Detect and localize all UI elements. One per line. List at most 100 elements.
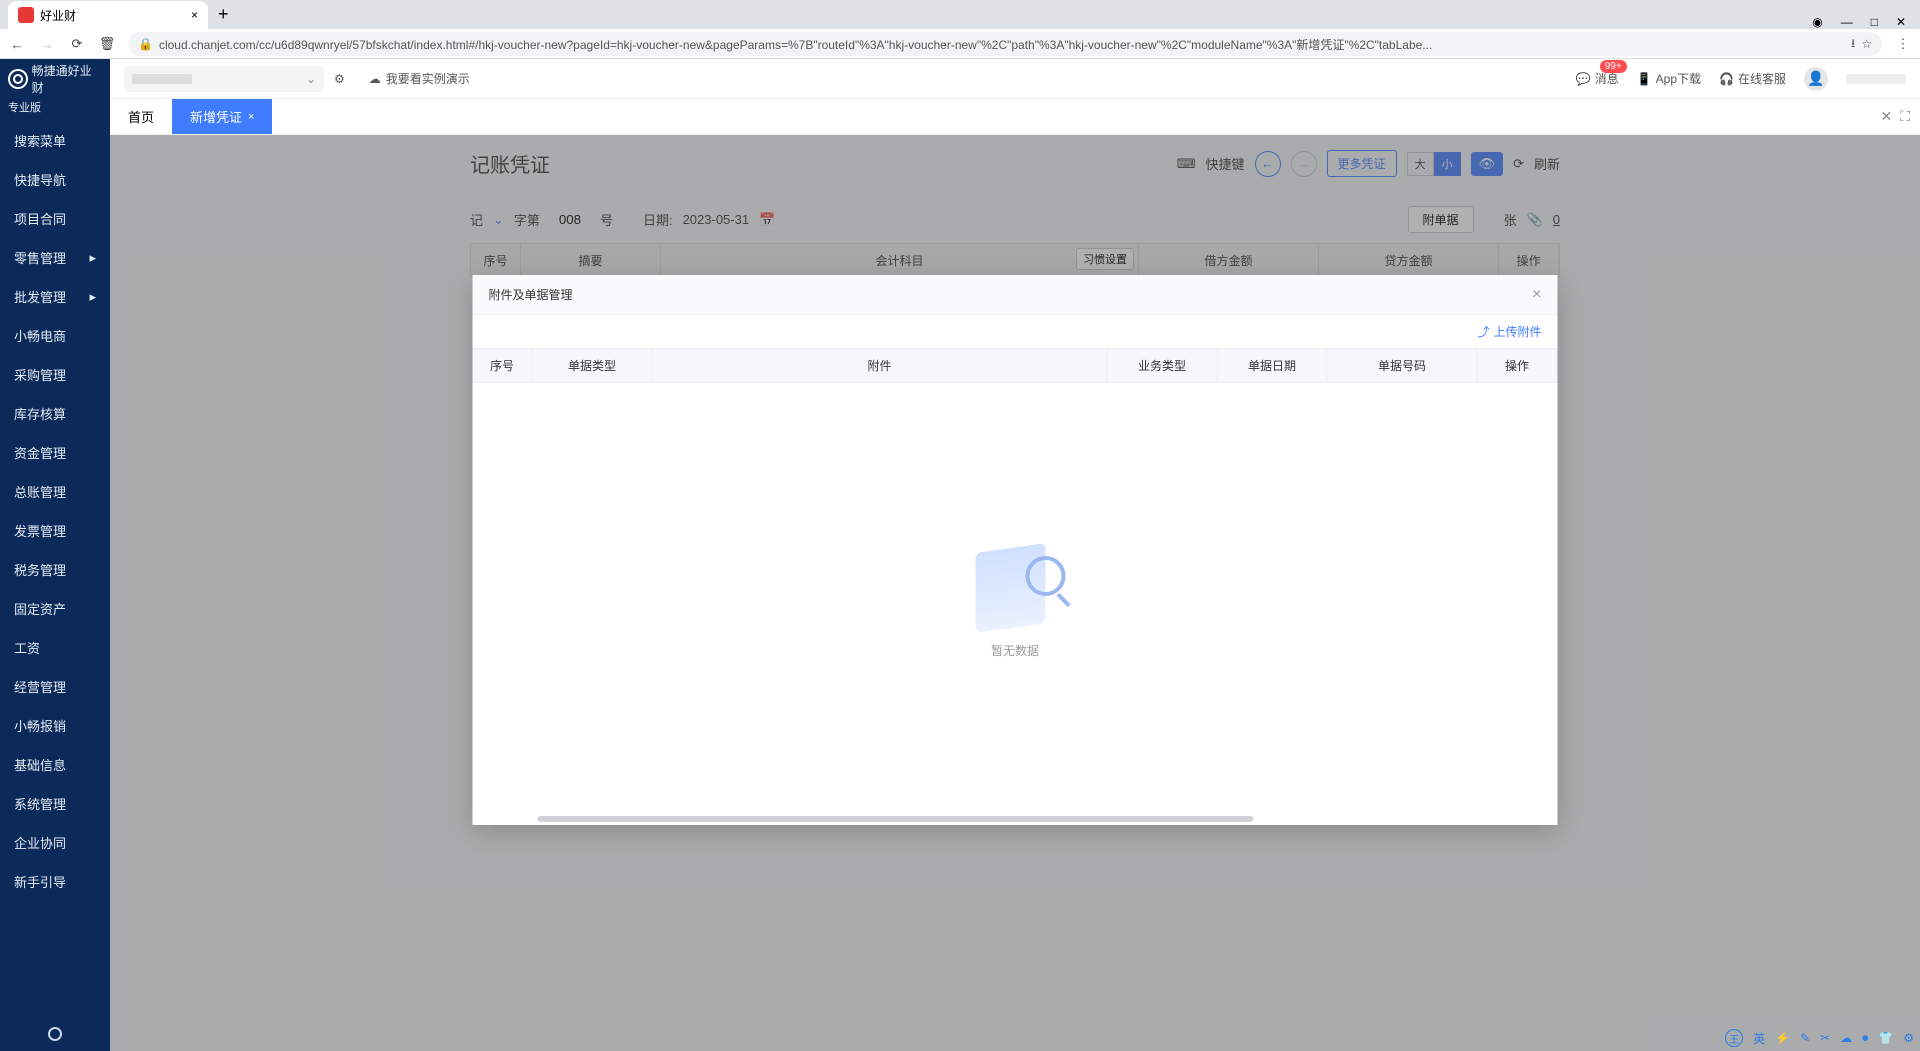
page-tabs: 首页 新增凭证 × ✕ ⛶	[110, 99, 1920, 135]
sidebar-item-label: 库存核算	[14, 404, 66, 423]
url-text: cloud.chanjet.com/cc/u6d89qwnryel/57bfsk…	[159, 36, 1845, 53]
demo-link[interactable]: ☁ 我要看实例演示	[369, 70, 470, 87]
ime-lang[interactable]: 英	[1753, 1030, 1765, 1047]
chevron-down-icon: ⌄	[306, 72, 316, 86]
sidebar-item[interactable]: 快捷导航	[0, 160, 110, 199]
org-placeholder	[132, 74, 192, 84]
picture-in-picture-icon[interactable]: ◉	[1812, 15, 1822, 29]
sidebar-item-label: 发票管理	[14, 521, 66, 540]
logo-icon	[8, 69, 28, 89]
maximize-icon[interactable]: □	[1871, 15, 1878, 29]
tab-active-label: 新增凭证	[190, 107, 242, 126]
sidebar-footer	[0, 1017, 110, 1051]
upload-button[interactable]: ⤴ 上传附件	[1477, 323, 1541, 340]
mcol-seq: 序号	[473, 349, 533, 382]
tab-title: 好业财	[40, 7, 76, 24]
sidebar-item[interactable]: 零售管理▸	[0, 238, 110, 277]
mcol-code: 单据号码	[1328, 349, 1478, 382]
sidebar-item[interactable]: 发票管理	[0, 511, 110, 550]
service-label: 在线客服	[1738, 70, 1786, 87]
org-selector[interactable]: ⌄	[124, 66, 324, 92]
tray-record-icon[interactable]: ⏺	[1862, 1031, 1868, 1046]
settings-icon[interactable]	[48, 1027, 62, 1041]
forward-icon[interactable]: →	[38, 37, 56, 52]
sidebar-item-label: 快捷导航	[14, 170, 66, 189]
sidebar-item[interactable]: 工资	[0, 628, 110, 667]
chevron-right-icon: ▸	[89, 289, 96, 305]
minimize-icon[interactable]: —	[1841, 15, 1853, 29]
install-icon[interactable]: ⭳	[1851, 34, 1855, 55]
empty-illustration	[955, 538, 1075, 628]
tray-gear-icon[interactable]: ⚙	[1903, 1031, 1914, 1045]
sidebar-item[interactable]: 搜索菜单	[0, 121, 110, 160]
tab-home[interactable]: 首页	[110, 99, 172, 134]
sidebar-item[interactable]: 税务管理	[0, 550, 110, 589]
modal-table-head: 序号 单据类型 附件 业务类型 单据日期 单据号码 操作	[473, 348, 1558, 383]
upload-icon: ⤴	[1477, 323, 1489, 340]
close-window-icon[interactable]: ✕	[1896, 15, 1906, 29]
sidebar-item[interactable]: 新手引导	[0, 862, 110, 901]
mcol-date: 单据日期	[1218, 349, 1328, 382]
sidebar-item[interactable]: 批发管理▸	[0, 277, 110, 316]
sidebar-item-label: 小畅报销	[14, 716, 66, 735]
sidebar-item[interactable]: 小畅电商	[0, 316, 110, 355]
headset-icon: 🎧	[1719, 72, 1734, 86]
cloud-icon: ☁	[369, 72, 381, 86]
mcol-type: 单据类型	[533, 349, 653, 382]
back-icon[interactable]: ←	[8, 37, 26, 52]
scroll-thumb[interactable]	[538, 816, 1254, 822]
sidebar-item[interactable]: 库存核算	[0, 394, 110, 433]
browser-tab[interactable]: 好业财 ×	[8, 1, 208, 29]
menu-icon[interactable]: ⋮	[1894, 36, 1912, 52]
demo-label: 我要看实例演示	[386, 70, 470, 87]
sidebar-item[interactable]: 小畅报销	[0, 706, 110, 745]
tray-cloud-icon[interactable]: ☁	[1840, 1031, 1852, 1045]
tray-edit-icon[interactable]: ✎	[1800, 1031, 1810, 1045]
star-icon[interactable]: ☆	[1861, 37, 1872, 51]
tray-scissors-icon[interactable]: ✂	[1820, 1031, 1830, 1045]
sidebar-item-label: 零售管理	[14, 248, 66, 267]
reload-icon[interactable]: ⟳	[68, 36, 86, 52]
tab-new-voucher[interactable]: 新增凭证 ×	[172, 99, 272, 134]
sidebar-item[interactable]: 项目合同	[0, 199, 110, 238]
new-tab-button[interactable]: +	[208, 0, 239, 29]
messages-button[interactable]: 💬 消息 99+	[1576, 70, 1619, 87]
sidebar-item[interactable]: 企业协同	[0, 823, 110, 862]
sidebar-item[interactable]: 经营管理	[0, 667, 110, 706]
delete-icon[interactable]: 🗑	[98, 36, 116, 52]
app-header: ⌄ ⚙ ☁ 我要看实例演示 💬 消息 99+ 📱 App下载 🎧	[110, 59, 1920, 99]
sidebar-item[interactable]: 系统管理	[0, 784, 110, 823]
expand-icon[interactable]: ⛶	[1900, 108, 1910, 125]
tab-strip: 好业财 × + ◉ — □ ✕	[0, 0, 1920, 29]
close-icon[interactable]: ×	[191, 8, 198, 22]
sidebar-item-label: 系统管理	[14, 794, 66, 813]
close-icon[interactable]: ×	[1532, 286, 1541, 304]
sidebar-item[interactable]: 固定资产	[0, 589, 110, 628]
download-button[interactable]: 📱 App下载	[1637, 70, 1701, 87]
sidebar-item-label: 搜索菜单	[14, 131, 66, 150]
close-icon[interactable]: ×	[248, 111, 254, 123]
tray-shirt-icon[interactable]: 👕	[1878, 1031, 1893, 1045]
sidebar-item-label: 税务管理	[14, 560, 66, 579]
sidebar-item[interactable]: 资金管理	[0, 433, 110, 472]
close-all-icon[interactable]: ✕	[1880, 108, 1892, 125]
modal-title: 附件及单据管理	[489, 286, 573, 303]
gear-icon[interactable]: ⚙	[334, 72, 345, 86]
sidebar-item[interactable]: 基础信息	[0, 745, 110, 784]
url-input[interactable]: 🔒 cloud.chanjet.com/cc/u6d89qwnryel/57bf…	[128, 32, 1882, 56]
version-label: 专业版	[0, 99, 110, 121]
sidebar-item[interactable]: 总账管理	[0, 472, 110, 511]
tray-lightning-icon[interactable]: ⚡	[1775, 1031, 1790, 1045]
download-label: App下载	[1656, 70, 1701, 87]
browser-chrome: 好业财 × + ◉ — □ ✕ ← → ⟳ 🗑 🔒 cloud.chanjet.…	[0, 0, 1920, 59]
service-button[interactable]: 🎧 在线客服	[1719, 70, 1786, 87]
username-placeholder	[1846, 74, 1906, 84]
brand-text: 畅捷通好业财	[32, 62, 102, 96]
horizontal-scrollbar[interactable]	[473, 813, 1558, 825]
avatar[interactable]: 👤	[1804, 67, 1828, 91]
sidebar: 畅捷通好业财 专业版 搜索菜单快捷导航项目合同零售管理▸批发管理▸小畅电商采购管…	[0, 59, 110, 1051]
upload-label: 上传附件	[1493, 323, 1541, 340]
favicon-icon	[18, 7, 34, 23]
sidebar-item[interactable]: 采购管理	[0, 355, 110, 394]
ime-icon[interactable]: 王	[1725, 1029, 1743, 1047]
